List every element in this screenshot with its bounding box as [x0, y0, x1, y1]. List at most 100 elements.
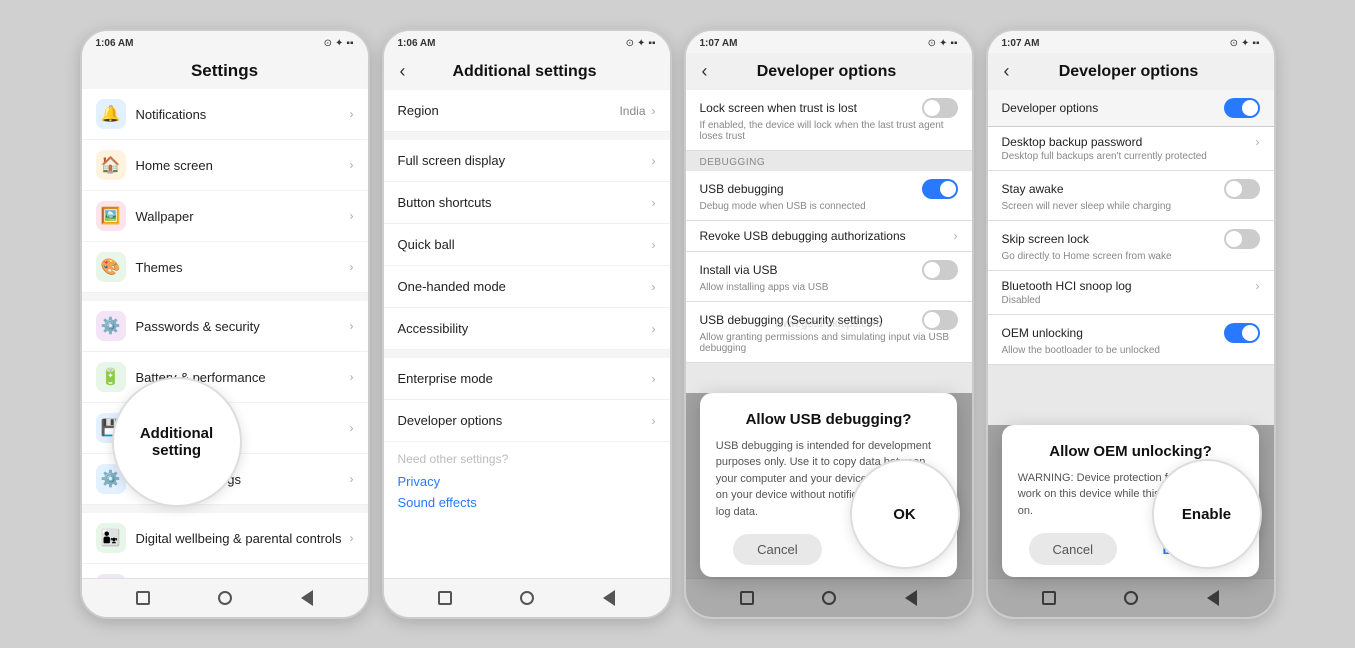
install-usb-label: Install via USB	[700, 263, 778, 277]
revoke-usb-item[interactable]: Revoke USB debugging authorizations ›	[686, 221, 972, 252]
back-button[interactable]	[296, 587, 318, 609]
battery-icon: ▪▪	[346, 38, 353, 49]
chevron-icon: ›	[954, 229, 958, 243]
chevron-icon: ›	[652, 104, 656, 118]
signal-icon: ⊙	[626, 38, 634, 49]
usb-debug-sec-item[interactable]: USB debugging (Security settings) Allow …	[686, 302, 972, 363]
back-button[interactable]	[598, 587, 620, 609]
enterprise-label: Enterprise mode	[398, 371, 652, 386]
stay-awake-toggle[interactable]	[1224, 179, 1260, 199]
settings-item-additional[interactable]: ⚙️ Additional settings ›	[82, 454, 368, 505]
settings-item-themes[interactable]: 🎨 Themes ›	[82, 242, 368, 293]
sound-effects-link[interactable]: Sound effects	[398, 495, 656, 510]
privacy-link[interactable]: Privacy	[398, 474, 656, 489]
lock-screen-toggle[interactable]	[922, 98, 958, 118]
time-2: 1:06 AM	[398, 38, 436, 49]
settings-item-notifications[interactable]: 🔔 Notifications ›	[82, 89, 368, 140]
time-3: 1:07 AM	[700, 38, 738, 49]
phone-2-additional-settings: 1:06 AM ⊙ ✦ ▪▪ ‹ Additional settings Reg…	[382, 29, 672, 619]
dev-options-title-4: Developer options	[1018, 63, 1258, 81]
home-label: Home screen	[136, 158, 350, 173]
usb-debug-sec-toggle[interactable]	[922, 310, 958, 330]
stay-awake-sub: Screen will never sleep while charging	[1002, 201, 1260, 212]
back-arrow[interactable]: ‹	[1004, 61, 1010, 82]
storage-icon: 💾	[96, 413, 126, 443]
back-arrow[interactable]: ‹	[400, 61, 406, 82]
dialog-body-4: WARNING: Device protection features will…	[1018, 470, 1243, 520]
quick-ball-label: Quick ball	[398, 237, 652, 252]
oem-unlock-item[interactable]: OEM unlocking Allow the bootloader to be…	[988, 315, 1274, 365]
dev-options-header-3: ‹ Developer options	[686, 53, 972, 90]
status-bar-2: 1:06 AM ⊙ ✦ ▪▪	[384, 31, 670, 53]
chevron-icon: ›	[350, 472, 354, 486]
wifi-icon: ✦	[637, 38, 645, 49]
enable-button[interactable]: Enable	[1139, 533, 1233, 565]
dialog-buttons-4: Cancel Enable	[1018, 533, 1243, 565]
dialog-title-3: Allow USB debugging?	[716, 411, 941, 428]
settings-item-storage[interactable]: 💾 Storage ›	[82, 403, 368, 454]
ok-button[interactable]: OK	[856, 534, 924, 565]
home-button[interactable]	[516, 587, 538, 609]
back-arrow[interactable]: ‹	[702, 61, 708, 82]
oem-unlock-label: OEM unlocking	[1002, 326, 1083, 340]
dev-options-toggle-item[interactable]: Developer options	[988, 90, 1274, 127]
debug-section-label: DEBUGGING	[686, 151, 972, 171]
chevron-icon: ›	[1256, 135, 1260, 149]
cancel-button-3[interactable]: Cancel	[733, 534, 821, 565]
chevron-icon: ›	[652, 238, 656, 252]
settings-item-passwords[interactable]: ⚙️ Passwords & security ›	[82, 301, 368, 352]
chevron-icon: ›	[1256, 279, 1260, 293]
cancel-button-4[interactable]: Cancel	[1029, 533, 1117, 565]
install-usb-toggle[interactable]	[922, 260, 958, 280]
additional-settings-title: Additional settings	[414, 63, 654, 81]
oem-unlock-sub: Allow the bootloader to be unlocked	[1002, 345, 1260, 356]
quick-ball-item[interactable]: Quick ball ›	[384, 224, 670, 266]
developer-options-item[interactable]: Developer options ›	[384, 400, 670, 442]
skip-screen-label: Skip screen lock	[1002, 232, 1089, 246]
spacer	[384, 350, 670, 358]
additional-label: Additional settings	[136, 472, 350, 487]
battery-icon: ▪▪	[1252, 38, 1259, 49]
oem-unlock-toggle[interactable]	[1224, 323, 1260, 343]
accessibility-item[interactable]: Accessibility ›	[384, 308, 670, 350]
battery-icon: 🔋	[96, 362, 126, 392]
recent-apps-button[interactable]	[132, 587, 154, 609]
notifications-label: Notifications	[136, 107, 350, 122]
divider	[82, 505, 368, 513]
stay-awake-item[interactable]: Stay awake Screen will never sleep while…	[988, 171, 1274, 221]
settings-item-special[interactable]: ⭐ Special features ›	[82, 564, 368, 578]
usb-debug-toggle[interactable]	[922, 179, 958, 199]
storage-label: Storage	[136, 421, 350, 436]
bt-hci-item[interactable]: Bluetooth HCI snoop log › Disabled	[988, 271, 1274, 315]
region-label: Region	[398, 103, 620, 118]
signal-icon: ⊙	[1230, 38, 1238, 49]
home-button[interactable]	[214, 587, 236, 609]
skip-screen-item[interactable]: Skip screen lock Go directly to Home scr…	[988, 221, 1274, 271]
chevron-icon: ›	[652, 322, 656, 336]
region-item[interactable]: Region India ›	[384, 90, 670, 132]
usb-debug-label: USB debugging	[700, 182, 784, 196]
dialog-buttons-3: Cancel OK	[716, 534, 941, 565]
one-handed-item[interactable]: One-handed mode ›	[384, 266, 670, 308]
skip-screen-toggle[interactable]	[1224, 229, 1260, 249]
settings-item-home-screen[interactable]: 🏠 Home screen ›	[82, 140, 368, 191]
full-screen-item[interactable]: Full screen display ›	[384, 140, 670, 182]
dev-options-toggle[interactable]	[1224, 98, 1260, 118]
lock-screen-item[interactable]: Lock screen when trust is lost If enable…	[686, 90, 972, 151]
desktop-backup-label: Desktop backup password	[1002, 135, 1143, 149]
enterprise-item[interactable]: Enterprise mode ›	[384, 358, 670, 400]
recent-apps-button[interactable]	[434, 587, 456, 609]
chevron-icon: ›	[350, 421, 354, 435]
signal-icon: ⊙	[928, 38, 936, 49]
usb-debug-item[interactable]: USB debugging Debug mode when USB is con…	[686, 171, 972, 221]
need-other-text: Need other settings?	[398, 452, 656, 466]
button-shortcuts-item[interactable]: Button shortcuts ›	[384, 182, 670, 224]
settings-item-battery[interactable]: 🔋 Battery & performance ›	[82, 352, 368, 403]
status-bar-3: 1:07 AM ⊙ ✦ ▪▪	[686, 31, 972, 53]
install-usb-item[interactable]: Install via USB Allow installing apps vi…	[686, 252, 972, 302]
chevron-icon: ›	[652, 372, 656, 386]
wifi-icon: ✦	[939, 38, 947, 49]
desktop-backup-item[interactable]: Desktop backup password › Desktop full b…	[988, 127, 1274, 171]
settings-item-wallpaper[interactable]: 🖼️ Wallpaper ›	[82, 191, 368, 242]
settings-item-digital[interactable]: 👨‍👧 Digital wellbeing & parental control…	[82, 513, 368, 564]
